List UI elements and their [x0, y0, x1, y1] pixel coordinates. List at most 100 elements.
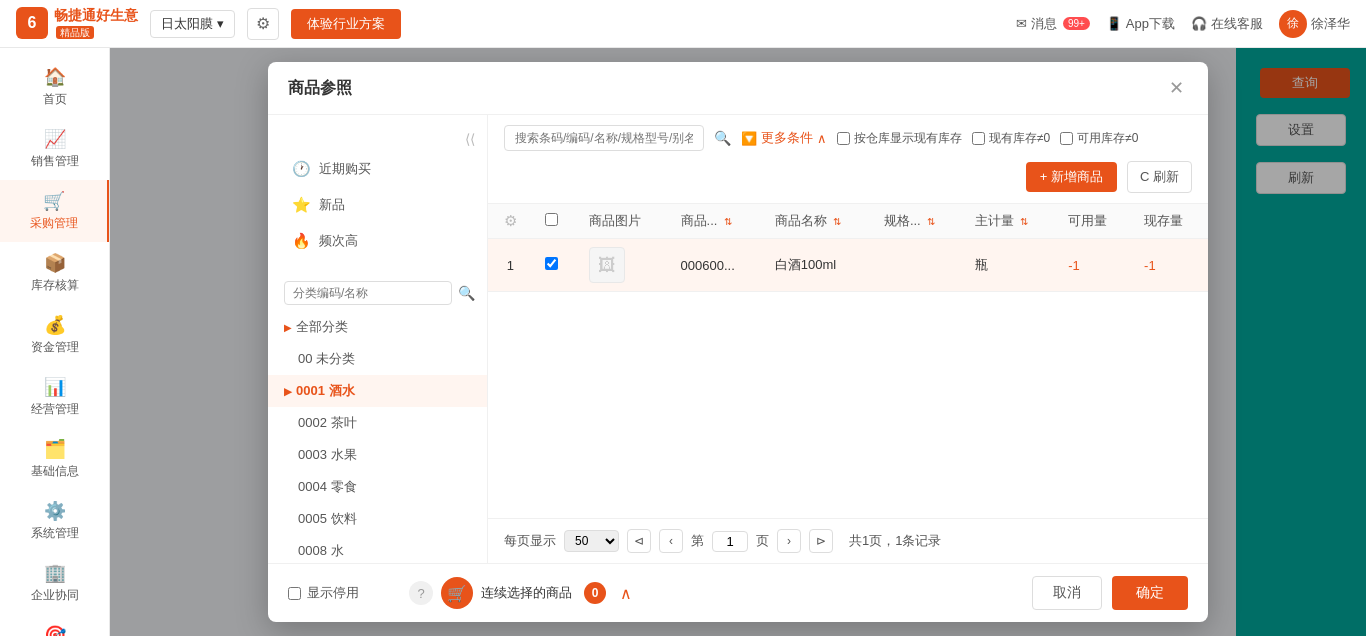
guide-icon: 🎯	[44, 624, 66, 636]
sidebar: 🏠 首页 📈 销售管理 🛒 采购管理 📦 库存核算 💰 资金管理 📊 经营管理 …	[0, 48, 110, 636]
basic-icon: 🗂️	[44, 438, 66, 460]
user-item[interactable]: 徐 徐泽华	[1279, 10, 1350, 38]
first-page-button[interactable]: ⊲	[627, 529, 651, 553]
chevron-down-icon: ▾	[217, 16, 224, 31]
product-search-input[interactable]	[504, 125, 704, 151]
modal-right-panel: 🔍 🔽 更多条件 ∧ 按仓库显示现有库存	[488, 115, 1208, 563]
cart-icon[interactable]: 🛒	[441, 577, 473, 609]
filter-button[interactable]: 🔽 更多条件 ∧	[741, 129, 827, 147]
notification-label: 消息	[1031, 15, 1057, 33]
category-uncategorized[interactable]: 00 未分类	[268, 343, 487, 375]
col-settings-icon[interactable]: ⚙	[504, 212, 517, 229]
checkbox-warehouse-label: 按仓库显示现有库存	[854, 130, 962, 147]
col-code-label: 商品...	[681, 213, 718, 228]
avatar-initial: 徐	[1287, 15, 1299, 32]
nav-recent-purchase[interactable]: 🕐 近期购买	[276, 152, 479, 186]
topbar: 6 畅捷通好生意 精品版 日太阳膜 ▾ ⚙ 体验行业方案 ✉ 消息 99+ 📱 …	[0, 0, 1366, 48]
category-fruit[interactable]: 0003 水果	[268, 439, 487, 471]
col-spec[interactable]: 规格... ⇅	[872, 204, 963, 239]
col-unit-label: 主计量	[975, 213, 1014, 228]
checkbox-stock-label: 现有库存≠0	[989, 130, 1050, 147]
sidebar-label-business: 经营管理	[31, 401, 79, 418]
available-checkbox[interactable]	[1060, 132, 1073, 145]
help-icon[interactable]: ?	[409, 581, 433, 605]
product-image: 🖼	[589, 247, 625, 283]
sidebar-label-enterprise: 企业协同	[31, 587, 79, 604]
checkbox-stock[interactable]: 现有库存≠0	[972, 130, 1050, 147]
category-tea[interactable]: 0002 茶叶	[268, 407, 487, 439]
frequent-icon: 🔥	[292, 232, 311, 250]
sidebar-item-sales[interactable]: 📈 销售管理	[0, 118, 109, 180]
checkbox-available[interactable]: 可用库存≠0	[1060, 130, 1138, 147]
avatar: 徐	[1279, 10, 1307, 38]
nav-new-products[interactable]: ⭐ 新品	[276, 188, 479, 222]
purchase-icon: 🛒	[43, 190, 65, 212]
category-tea-label: 0002 茶叶	[298, 414, 357, 432]
warehouse-checkbox[interactable]	[837, 132, 850, 145]
confirm-button[interactable]: 确定	[1112, 576, 1188, 610]
sidebar-item-purchase[interactable]: 🛒 采购管理	[0, 180, 109, 242]
sales-icon: 📈	[44, 128, 66, 150]
cart-count: 0	[584, 582, 606, 604]
row-code: 000600...	[669, 239, 763, 292]
page-size-select[interactable]: 50 20 100	[564, 530, 619, 552]
category-all[interactable]: ▶ 全部分类	[268, 311, 487, 343]
cancel-button[interactable]: 取消	[1032, 576, 1102, 610]
sidebar-item-guide[interactable]: 🎯 新手引导	[0, 614, 109, 636]
category-snack[interactable]: 0004 零食	[268, 471, 487, 503]
prev-page-button[interactable]: ‹	[659, 529, 683, 553]
next-page-button[interactable]: ›	[777, 529, 801, 553]
modal-close-button[interactable]: ✕	[1164, 76, 1188, 100]
category-search-input[interactable]	[284, 281, 452, 305]
show-disabled-checkbox[interactable]: 显示停用	[288, 584, 359, 602]
service-label: 在线客服	[1211, 15, 1263, 33]
pagination: 每页显示 50 20 100 ⊲ ‹ 第 页 ›	[488, 518, 1208, 563]
sidebar-item-home[interactable]: 🏠 首页	[0, 56, 109, 118]
checkbox-warehouse[interactable]: 按仓库显示现有库存	[837, 130, 962, 147]
col-code[interactable]: 商品... ⇅	[669, 204, 763, 239]
row-index: 1	[488, 239, 533, 292]
last-page-button[interactable]: ⊳	[809, 529, 833, 553]
nav-frequent[interactable]: 🔥 频次高	[276, 224, 479, 258]
store-selector[interactable]: 日太阳膜 ▾	[150, 10, 235, 38]
store-name: 日太阳膜	[161, 15, 213, 33]
collapse-button[interactable]: ⟨⟨	[453, 127, 487, 151]
select-all-checkbox[interactable]	[545, 213, 558, 226]
category-water[interactable]: 0008 水	[268, 535, 487, 563]
cart-area: ? 🛒 连续选择的商品 0 ∧	[409, 577, 632, 609]
page-input[interactable]	[712, 531, 748, 552]
customer-service-item[interactable]: 🎧 在线客服	[1191, 15, 1263, 33]
sidebar-item-basic[interactable]: 🗂️ 基础信息	[0, 428, 109, 490]
notification-item[interactable]: ✉ 消息 99+	[1016, 15, 1090, 33]
refresh-button[interactable]: C 刷新	[1127, 161, 1192, 193]
app-download-item[interactable]: 📱 App下载	[1106, 15, 1175, 33]
sidebar-item-finance[interactable]: 💰 资金管理	[0, 304, 109, 366]
col-unit[interactable]: 主计量 ⇅	[963, 204, 1056, 239]
trial-button[interactable]: 体验行业方案	[291, 9, 401, 39]
modal-title: 商品参照	[288, 78, 352, 99]
row-checkbox[interactable]	[545, 257, 558, 270]
category-beverage[interactable]: 0005 饮料	[268, 503, 487, 535]
category-alcohol[interactable]: ▶ 0001 酒水	[268, 375, 487, 407]
sort-code-icon: ⇅	[724, 216, 732, 227]
disabled-checkbox[interactable]	[288, 587, 301, 600]
sidebar-item-inventory[interactable]: 📦 库存核算	[0, 242, 109, 304]
row-check[interactable]	[533, 239, 578, 292]
logo-area: 6 畅捷通好生意 精品版	[16, 7, 138, 40]
col-spec-label: 规格...	[884, 213, 921, 228]
row-unit: 瓶	[963, 239, 1056, 292]
category-search-icon[interactable]: 🔍	[458, 285, 475, 301]
col-name[interactable]: 商品名称 ⇅	[763, 204, 872, 239]
sidebar-item-system[interactable]: ⚙️ 系统管理	[0, 490, 109, 552]
new-icon: ⭐	[292, 196, 311, 214]
row-name: 白酒100ml	[763, 239, 872, 292]
stock-checkbox[interactable]	[972, 132, 985, 145]
category-snack-label: 0004 零食	[298, 478, 357, 496]
chevron-up-icon[interactable]: ∧	[620, 584, 632, 603]
sidebar-item-enterprise[interactable]: 🏢 企业协同	[0, 552, 109, 614]
sidebar-item-business[interactable]: 📊 经营管理	[0, 366, 109, 428]
product-search-icon[interactable]: 🔍	[714, 130, 731, 146]
table-row[interactable]: 1 🖼 000600... 白酒100ml 瓶	[488, 239, 1208, 292]
settings-icon[interactable]: ⚙	[247, 8, 279, 40]
add-product-button[interactable]: + 新增商品	[1026, 162, 1117, 192]
